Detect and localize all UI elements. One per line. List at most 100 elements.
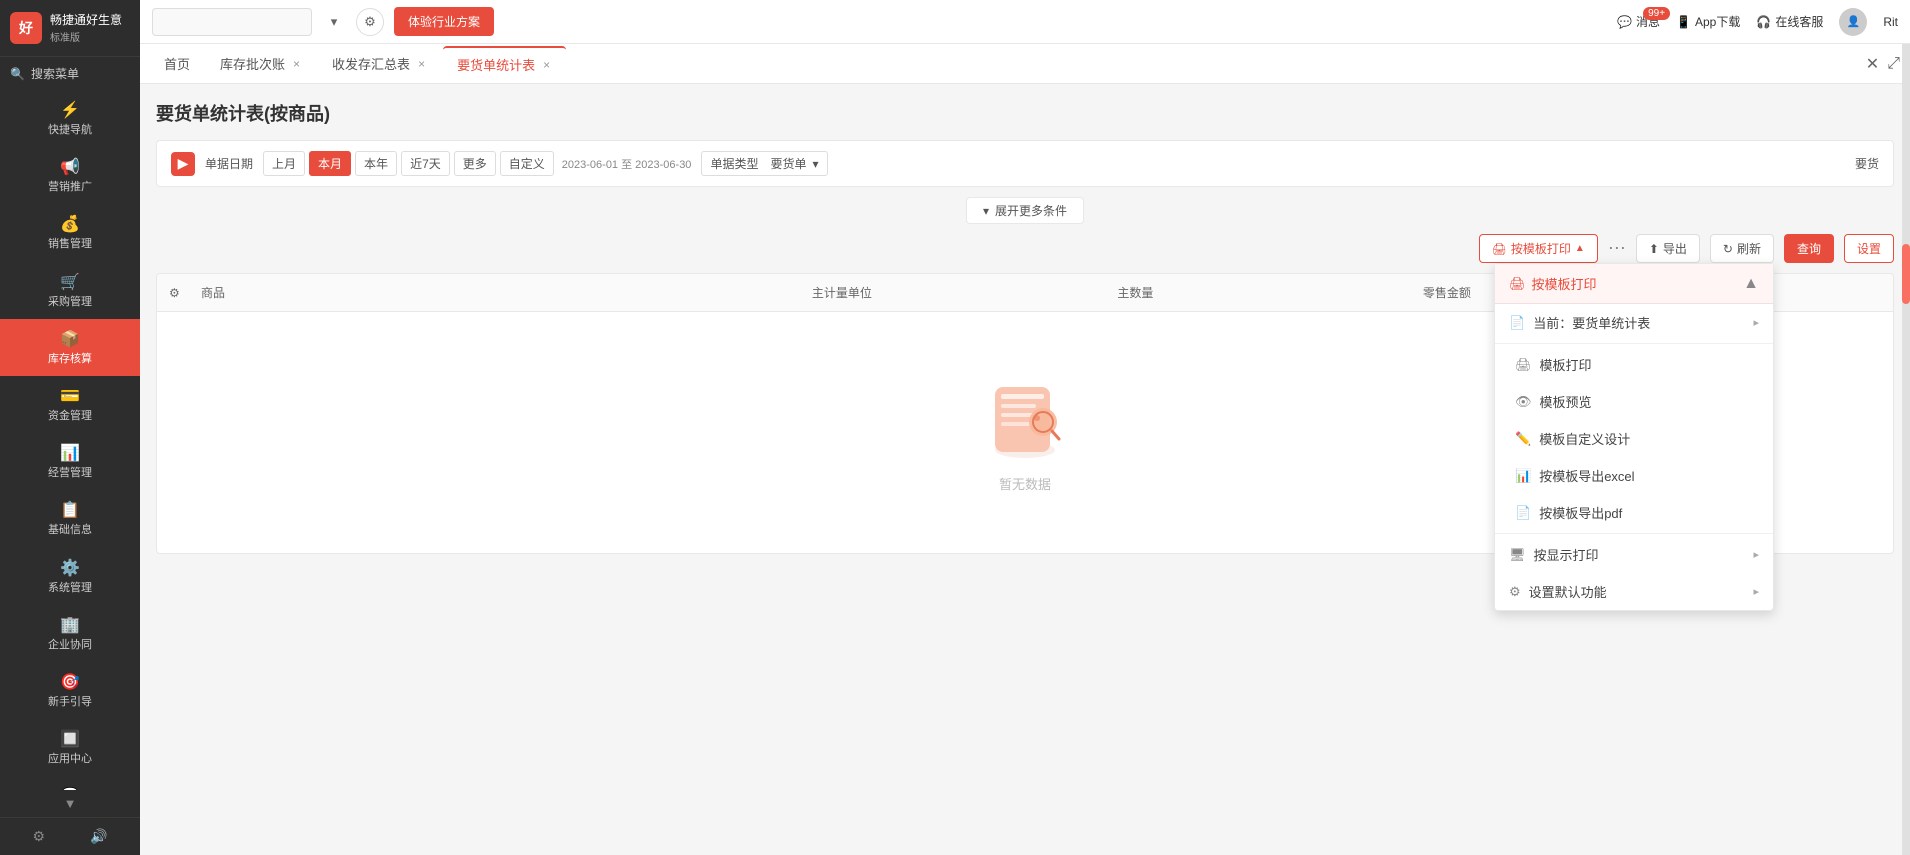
filter-expand-btn[interactable]: ▶: [171, 152, 195, 176]
print-btn[interactable]: 🖨 按模板打印 ▲: [1479, 234, 1598, 263]
topbar-right: 💬 消息 99+ 📱 App下载 🎧 在线客服 👤 Rit: [1617, 8, 1898, 36]
sidebar-item-label: 库存核算: [48, 353, 92, 366]
print-dropdown-export-pdf[interactable]: 📄 按模板导出pdf: [1495, 494, 1773, 531]
topbar-settings-btn[interactable]: ⚙: [356, 8, 384, 36]
query-btn[interactable]: 查询: [1784, 234, 1834, 263]
empty-text: 暂无数据: [999, 474, 1051, 493]
finance-icon: 💳: [60, 386, 80, 406]
speaker-bottom-icon[interactable]: 🔊: [90, 828, 107, 845]
date-btn-custom[interactable]: 自定义: [500, 151, 554, 176]
export-icon: ⬆: [1649, 242, 1659, 256]
tabbar-close-btn[interactable]: ✕: [1866, 54, 1879, 74]
tab-inventory-batch-close[interactable]: ×: [291, 55, 302, 73]
settings-btn[interactable]: 设置: [1844, 234, 1894, 263]
tab-home-label: 首页: [164, 54, 190, 73]
date-btn-last-month[interactable]: 上月: [263, 151, 305, 176]
tab-receivable-summary-label: 收发存汇总表: [332, 54, 410, 73]
template-design-label: 模板自定义设计: [1539, 429, 1630, 448]
print-dropdown-header: 🖨 按模板打印 ▲: [1495, 264, 1773, 304]
dropdown-divider-2: [1495, 533, 1773, 534]
guide-icon: 🎯: [60, 672, 80, 692]
tab-receivable-summary-close[interactable]: ×: [416, 55, 427, 73]
service-label: 在线客服: [1775, 13, 1823, 30]
template-print-icon: 🖨: [1515, 357, 1532, 373]
headset-icon: 🎧: [1756, 15, 1771, 29]
topbar-app-download[interactable]: 📱 App下载: [1676, 13, 1740, 30]
topbar-search-input[interactable]: [152, 8, 312, 36]
sidebar-item-purchase[interactable]: 🛒 采购管理: [0, 262, 140, 319]
phone-icon: 📱: [1676, 15, 1691, 29]
print-dropdown-export-excel[interactable]: 📊 按模板导出excel: [1495, 457, 1773, 494]
date-btn-more[interactable]: 更多: [454, 151, 496, 176]
marketing-icon: 📢: [60, 157, 80, 177]
tab-order-stats[interactable]: 要货单统计表 ×: [443, 46, 566, 82]
print-dropdown-current-template[interactable]: 📄 当前：要货单统计表 ▸: [1495, 304, 1773, 341]
sidebar-scroll-down[interactable]: ▼: [0, 790, 140, 817]
sidebar-item-inventory[interactable]: 📦 库存核算: [0, 319, 140, 376]
operation-icon: 📊: [60, 443, 80, 463]
chevron-down-icon: ▾: [812, 157, 818, 171]
sidebar-item-operation[interactable]: 📊 经营管理: [0, 433, 140, 490]
date-btn-7days[interactable]: 近7天: [401, 151, 450, 176]
settings-bottom-icon[interactable]: ⚙: [33, 828, 46, 845]
sidebar-item-label: 新手引导: [48, 696, 92, 709]
sidebar-item-system[interactable]: ⚙️ 系统管理: [0, 548, 140, 605]
doc-type-filter[interactable]: 单据类型 要货单 ▾: [701, 151, 827, 176]
sidebar-item-wechat[interactable]: 💬 企业微信: [0, 776, 140, 790]
print-chevron-icon: ▲: [1575, 243, 1585, 254]
date-btn-current-month[interactable]: 本月: [309, 151, 351, 176]
sidebar-item-quick-nav[interactable]: ⚡ 快捷导航: [0, 90, 140, 147]
export-btn[interactable]: ⬆ 导出: [1636, 234, 1700, 263]
tabbar-expand-btn[interactable]: ⤢: [1887, 55, 1900, 73]
action-bar: 🖨 按模板打印 ▲ ⋯ ⬆ 导出 ↻ 刷新 查询 设置: [156, 234, 1894, 263]
tab-inventory-batch[interactable]: 库存批次账 ×: [206, 46, 316, 82]
sidebar-item-finance[interactable]: 💳 资金管理: [0, 376, 140, 433]
basic-icon: 📋: [60, 500, 80, 520]
tab-receivable-summary[interactable]: 收发存汇总表 ×: [318, 46, 441, 82]
sidebar-item-sales[interactable]: 💰 销售管理: [0, 204, 140, 261]
app-version: 标准版: [50, 29, 122, 44]
print-dropdown-template-print[interactable]: 🖨 模板打印: [1495, 346, 1773, 383]
print-dropdown-set-default[interactable]: ⚙ 设置默认功能 ▸: [1495, 573, 1773, 610]
expand-more-btn[interactable]: ▾ 展开更多条件: [966, 197, 1084, 224]
sidebar-item-guide[interactable]: 🎯 新手引导: [0, 662, 140, 719]
topbar-search-dropdown[interactable]: ▾: [322, 10, 346, 34]
sidebar-item-corp[interactable]: 🏢 企业协同: [0, 605, 140, 662]
more-options-icon[interactable]: ⋯: [1608, 238, 1626, 259]
sidebar-item-label: 基础信息: [48, 524, 92, 537]
print-dropdown-template-preview[interactable]: 👁 模板预览: [1495, 383, 1773, 420]
topbar-online-service[interactable]: 🎧 在线客服: [1756, 13, 1823, 30]
set-default-icon: ⚙: [1509, 584, 1521, 600]
date-btn-current-year[interactable]: 本年: [355, 151, 397, 176]
scrollbar-thumb[interactable]: [1902, 244, 1910, 304]
col-unit-header: 主计量单位: [812, 284, 1117, 301]
sidebar-item-basic[interactable]: 📋 基础信息: [0, 490, 140, 547]
topbar-messages[interactable]: 💬 消息 99+: [1617, 13, 1660, 30]
message-icon: 💬: [1617, 15, 1632, 29]
app-logo-icon: 好: [10, 12, 42, 44]
print-dropdown-template-design[interactable]: ✏️ 模板自定义设计: [1495, 420, 1773, 457]
trial-btn[interactable]: 体验行业方案: [394, 7, 494, 36]
quick-nav-icon: ⚡: [60, 100, 80, 120]
sidebar-item-apps[interactable]: 🔲 应用中心: [0, 719, 140, 776]
print-dropdown-close-btn[interactable]: ▲: [1743, 275, 1759, 293]
sidebar-item-marketing[interactable]: 📢 营销推广: [0, 147, 140, 204]
sidebar-bottom: ⚙ 🔊: [0, 817, 140, 855]
sidebar-item-label: 企业协同: [48, 639, 92, 652]
tab-home[interactable]: 首页: [150, 46, 204, 82]
topbar-username[interactable]: Rit: [1883, 15, 1898, 29]
tab-order-stats-close[interactable]: ×: [541, 56, 552, 74]
col-settings[interactable]: ⚙: [169, 286, 201, 300]
sidebar-item-label: 资金管理: [48, 410, 92, 423]
expand-arrow-icon: ▾: [983, 204, 989, 218]
export-label: 导出: [1663, 240, 1687, 257]
refresh-btn[interactable]: ↻ 刷新: [1710, 234, 1774, 263]
right-scrollbar[interactable]: [1902, 44, 1910, 855]
sidebar-search[interactable]: 🔍 搜索菜单: [0, 57, 140, 90]
print-dropdown-display-print[interactable]: 🖥 按显示打印 ▸: [1495, 536, 1773, 573]
search-icon: 🔍: [10, 67, 25, 81]
print-icon: 🖨: [1492, 242, 1507, 256]
system-icon: ⚙️: [60, 558, 80, 578]
display-print-chevron: ▸: [1753, 548, 1759, 561]
refresh-label: 刷新: [1737, 240, 1761, 257]
